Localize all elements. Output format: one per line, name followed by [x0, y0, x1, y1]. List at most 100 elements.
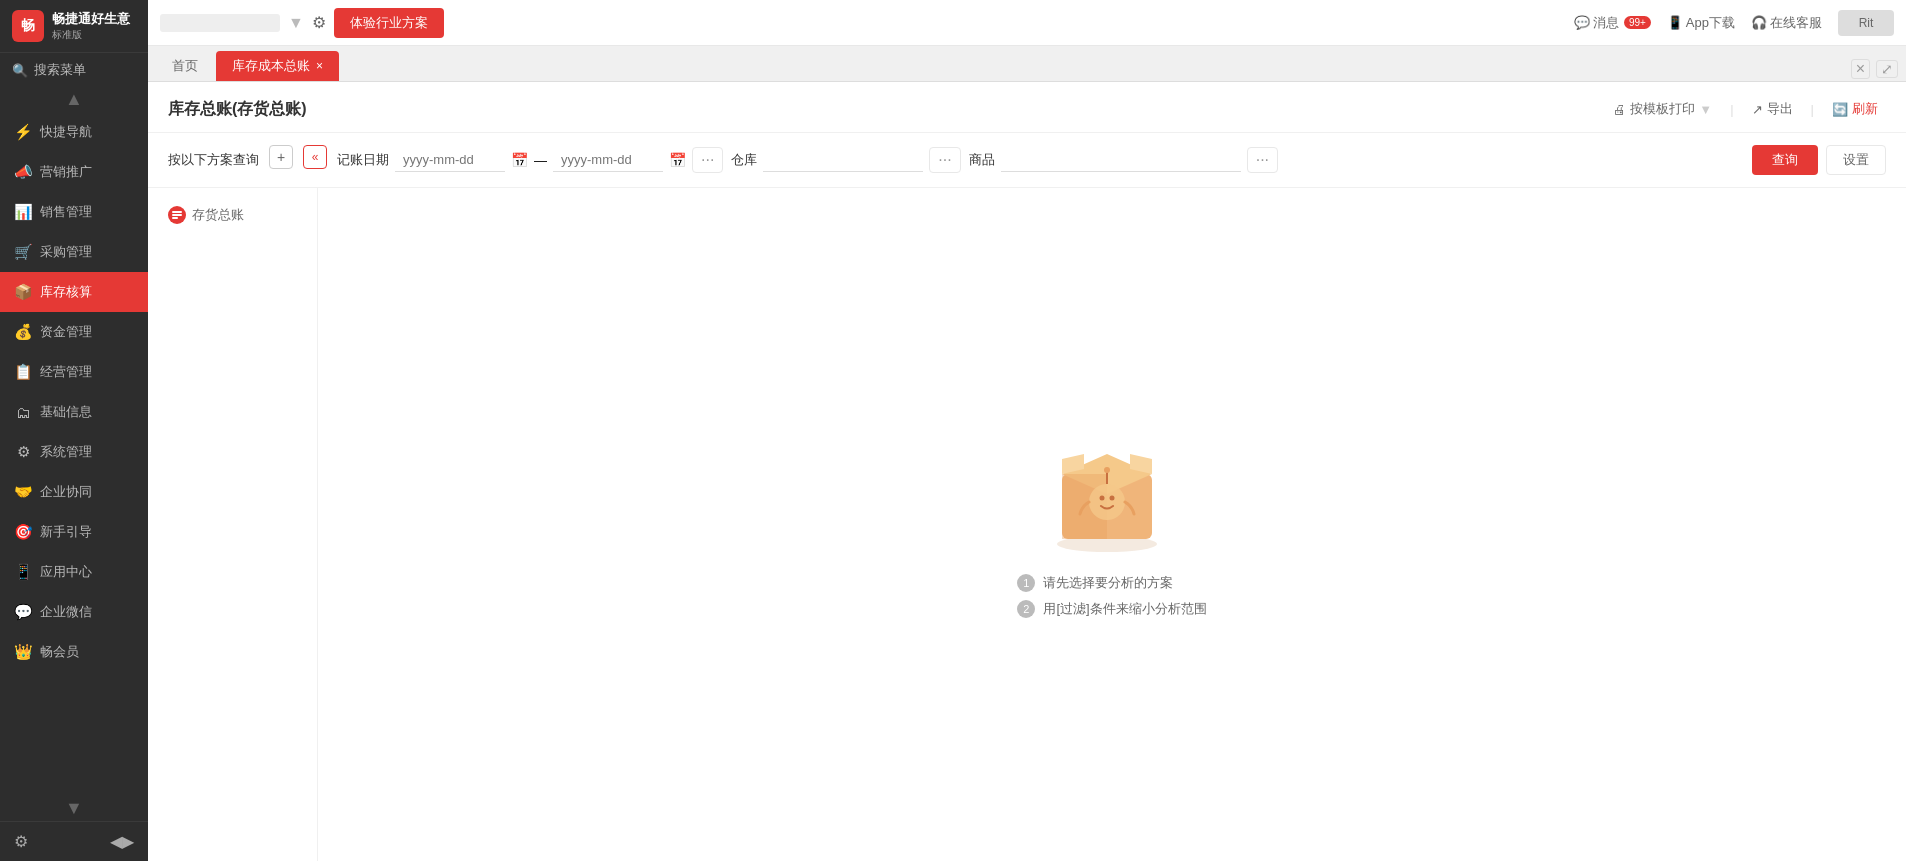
sidebar-scroll-up[interactable]: ▲ — [65, 89, 83, 110]
page-actions: 🖨 按模板打印 ▼ | ↗ 导出 | 🔄 刷新 — [1605, 96, 1886, 122]
topbar-settings-icon[interactable]: ⚙ — [312, 13, 326, 32]
filter-collapse-btn[interactable]: « — [303, 145, 327, 169]
sidebar-item-guide[interactable]: 🎯 新手引导 — [0, 512, 148, 552]
tab-inventory-ledger[interactable]: 库存成本总账 × — [216, 51, 339, 81]
filter-warehouse-group: 仓库 ··· — [731, 147, 960, 173]
warehouse-more-btn[interactable]: ··· — [929, 147, 960, 173]
sidebar-item-label: 销售管理 — [40, 203, 92, 221]
sidebar-item-label: 库存核算 — [40, 283, 92, 301]
svg-point-8 — [1109, 495, 1114, 500]
finance-icon: 💰 — [14, 323, 32, 341]
svg-rect-2 — [172, 217, 178, 219]
goods-input[interactable] — [1001, 148, 1241, 172]
sidebar-item-inventory[interactable]: 📦 库存核算 — [0, 272, 148, 312]
refresh-btn[interactable]: 🔄 刷新 — [1824, 96, 1886, 122]
industry-solution-btn[interactable]: 体验行业方案 — [334, 8, 444, 38]
filter-add-btn[interactable]: + — [269, 145, 293, 169]
empty-text: 1 请先选择要分析的方案 2 用[过滤]条件来缩小分析范围 — [1017, 574, 1206, 626]
topbar-online-support[interactable]: 🎧 在线客服 — [1751, 14, 1822, 32]
home-tab-label: 首页 — [172, 57, 198, 75]
empty-step-1: 1 请先选择要分析的方案 — [1017, 574, 1206, 592]
warehouse-field-label: 仓库 — [731, 151, 757, 169]
sidebar-item-marketing[interactable]: 📣 营销推广 — [0, 152, 148, 192]
sidebar-item-purchase[interactable]: 🛒 采购管理 — [0, 232, 148, 272]
export-btn[interactable]: ↗ 导出 — [1744, 96, 1801, 122]
query-btn[interactable]: 查询 — [1752, 145, 1818, 175]
print-icon: 🖨 — [1613, 102, 1626, 117]
sidebar-logo: 畅 畅捷通好生意 标准版 — [0, 0, 148, 53]
sidebar-item-system[interactable]: ⚙ 系统管理 — [0, 432, 148, 472]
warehouse-input[interactable] — [763, 148, 923, 172]
sidebar: 畅 畅捷通好生意 标准版 🔍 搜索菜单 ▲ ⚡ 快捷导航 📣 营销推广 📊 销售… — [0, 0, 148, 861]
panel-close-btn[interactable]: × — [1851, 59, 1870, 79]
refresh-icon: 🔄 — [1832, 102, 1848, 117]
sidebar-item-basic[interactable]: 🗂 基础信息 — [0, 392, 148, 432]
online-support-label: 在线客服 — [1770, 14, 1822, 32]
sidebar-scroll-down[interactable]: ▼ — [65, 798, 83, 819]
app-name: 畅捷通好生意 — [52, 11, 130, 28]
content: 库存总账(存货总账) 🖨 按模板打印 ▼ | ↗ 导出 | 🔄 刷新 — [148, 82, 1906, 861]
sidebar-item-wechat[interactable]: 💬 企业微信 — [0, 592, 148, 632]
cooperation-icon: 🤝 — [14, 483, 32, 501]
date-end-input[interactable] — [553, 148, 663, 172]
topbar-messages[interactable]: 💬 消息 99+ — [1574, 14, 1651, 32]
calendar-start-icon[interactable]: 📅 — [511, 152, 528, 168]
actions-divider2: | — [1811, 102, 1814, 117]
search-icon: 🔍 — [12, 63, 28, 78]
date-range-separator: — — [534, 153, 547, 168]
calendar-end-icon[interactable]: 📅 — [669, 152, 686, 168]
topbar-breadcrumb — [160, 14, 280, 32]
member-icon: 👑 — [14, 643, 32, 661]
tab-close-icon[interactable]: × — [316, 59, 323, 73]
sidebar-item-app-center[interactable]: 📱 应用中心 — [0, 552, 148, 592]
svg-rect-1 — [172, 214, 182, 216]
settings-btn[interactable]: 设置 — [1826, 145, 1886, 175]
topbar-app-download[interactable]: 📱 App下载 — [1667, 14, 1735, 32]
sidebar-item-finance[interactable]: 💰 资金管理 — [0, 312, 148, 352]
sidebar-item-sales[interactable]: 📊 销售管理 — [0, 192, 148, 232]
topbar-right: 💬 消息 99+ 📱 App下载 🎧 在线客服 Rit — [1574, 10, 1894, 36]
marketing-icon: 📣 — [14, 163, 32, 181]
topbar: ▼ ⚙ 体验行业方案 💬 消息 99+ 📱 App下载 🎧 在线客服 Rit — [148, 0, 1906, 46]
phone-icon: 📱 — [1667, 15, 1683, 30]
date-start-input[interactable] — [395, 148, 505, 172]
print-label: 按模板打印 — [1630, 100, 1695, 118]
tab-home[interactable]: 首页 — [156, 51, 214, 81]
svg-point-6 — [1089, 484, 1125, 520]
operations-icon: 📋 — [14, 363, 32, 381]
print-dropdown-icon: ▼ — [1699, 102, 1712, 117]
panel-expand-btn[interactable]: ⤢ — [1876, 60, 1898, 78]
app-logo-text: 畅捷通好生意 标准版 — [52, 11, 130, 41]
export-icon: ↗ — [1752, 102, 1763, 117]
sidebar-search[interactable]: 🔍 搜索菜单 — [0, 53, 148, 87]
filter-panel-item-ledger[interactable]: 存货总账 — [160, 200, 305, 230]
messages-badge: 99+ — [1624, 16, 1651, 29]
sidebar-collapse-btn[interactable]: ◀▶ — [110, 832, 134, 851]
sidebar-item-label: 基础信息 — [40, 403, 92, 421]
sidebar-settings-btn[interactable]: ⚙ — [14, 832, 28, 851]
main: ▼ ⚙ 体验行业方案 💬 消息 99+ 📱 App下载 🎧 在线客服 Rit — [148, 0, 1906, 861]
actions-divider: | — [1730, 102, 1733, 117]
step-1-number: 1 — [1017, 574, 1035, 592]
step-1-text: 请先选择要分析的方案 — [1043, 574, 1173, 592]
date-more-btn[interactable]: ··· — [692, 147, 723, 173]
topbar-dropdown-icon[interactable]: ▼ — [288, 14, 304, 32]
sidebar-item-operations[interactable]: 📋 经营管理 — [0, 352, 148, 392]
app-logo-icon: 畅 — [12, 10, 44, 42]
sidebar-item-cooperation[interactable]: 🤝 企业协同 — [0, 472, 148, 512]
sidebar-nav: ⚡ 快捷导航 📣 营销推广 📊 销售管理 🛒 采购管理 📦 库存核算 💰 资金管… — [0, 112, 148, 796]
goods-more-btn[interactable]: ··· — [1247, 147, 1278, 173]
breadcrumb-placeholder — [160, 14, 280, 32]
sidebar-item-label: 畅会员 — [40, 643, 79, 661]
sidebar-item-label: 资金管理 — [40, 323, 92, 341]
filter-panel-item-label: 存货总账 — [192, 206, 244, 224]
app-center-icon: 📱 — [14, 563, 32, 581]
sidebar-item-quick-nav[interactable]: ⚡ 快捷导航 — [0, 112, 148, 152]
sidebar-item-member[interactable]: 👑 畅会员 — [0, 632, 148, 672]
empty-state: 1 请先选择要分析的方案 2 用[过滤]条件来缩小分析范围 — [1017, 424, 1206, 626]
print-btn[interactable]: 🖨 按模板打印 ▼ — [1605, 96, 1720, 122]
topbar-user-avatar[interactable]: Rit — [1838, 10, 1894, 36]
step-2-text: 用[过滤]条件来缩小分析范围 — [1043, 600, 1206, 618]
app-download-label: App下载 — [1686, 14, 1735, 32]
basic-icon: 🗂 — [14, 403, 32, 421]
